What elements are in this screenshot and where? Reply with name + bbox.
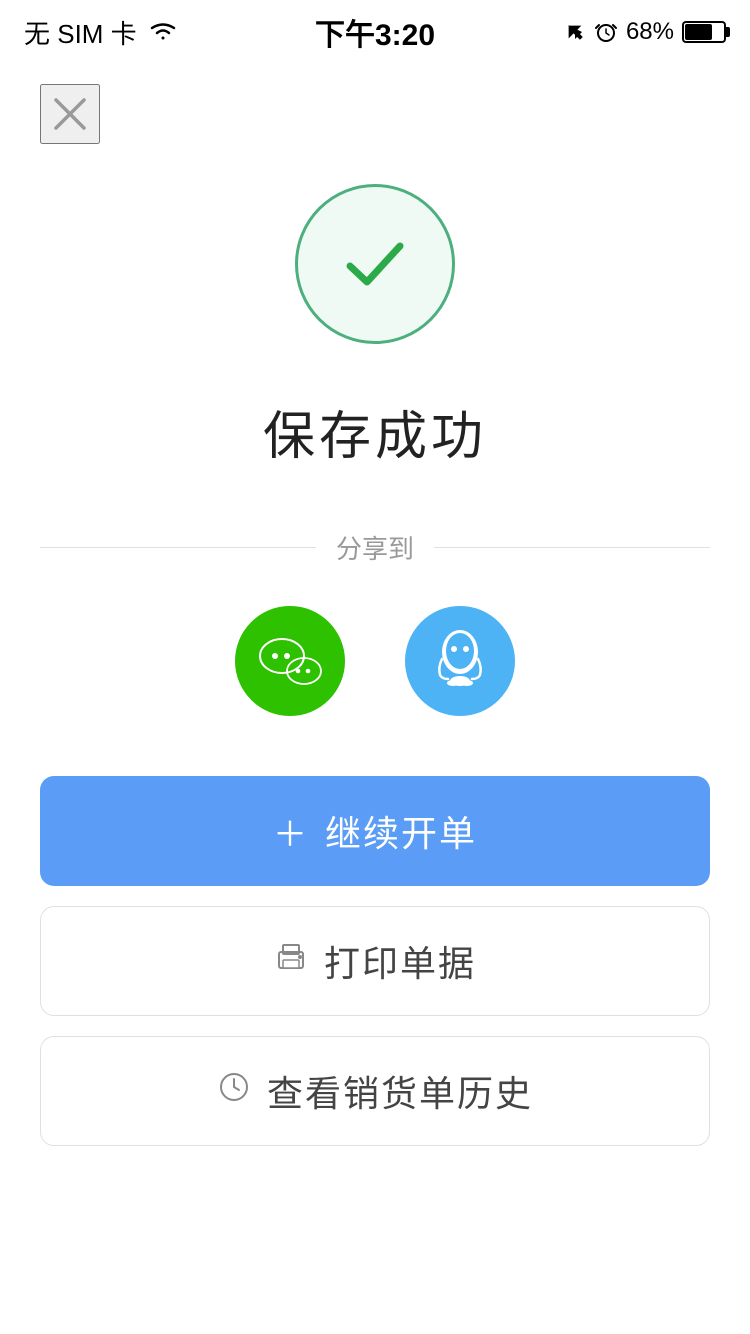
print-button[interactable]: 打印单据 (40, 906, 710, 1016)
close-icon (50, 94, 90, 134)
wechat-share-button[interactable] (235, 606, 345, 716)
status-bar: 无 SIM 卡 下午3:20 68% (0, 0, 750, 64)
qq-icon (430, 627, 490, 695)
battery-icon (682, 21, 726, 43)
main-content: 保存成功 分享到 (0, 64, 750, 1186)
divider-left (40, 547, 316, 548)
action-buttons: ＋ 继续开单 打印单据 查看销货单历史 (40, 776, 710, 1146)
continue-button[interactable]: ＋ 继续开单 (40, 776, 710, 886)
print-label: 打印单据 (324, 935, 476, 987)
history-button[interactable]: 查看销货单历史 (40, 1036, 710, 1146)
plus-icon: ＋ (273, 807, 309, 856)
location-icon (564, 21, 586, 43)
history-icon (217, 1070, 251, 1113)
divider-row: 分享到 (40, 529, 710, 566)
share-icons-row (235, 606, 515, 716)
battery-percentage: 68% (626, 18, 674, 46)
close-button[interactable] (40, 84, 100, 144)
divider-right (434, 547, 710, 548)
continue-label: 继续开单 (325, 805, 477, 857)
wechat-icon (258, 634, 323, 689)
share-label: 分享到 (336, 529, 414, 566)
print-icon (274, 940, 308, 983)
sim-status: 无 SIM 卡 (24, 14, 137, 51)
alarm-icon (594, 20, 618, 44)
success-title: 保存成功 (263, 394, 487, 469)
qq-share-button[interactable] (405, 606, 515, 716)
success-circle (295, 184, 455, 344)
status-time: 下午3:20 (315, 10, 435, 54)
share-section: 分享到 (40, 529, 710, 716)
status-right: 68% (564, 18, 726, 46)
checkmark-icon (335, 224, 415, 304)
history-label: 查看销货单历史 (267, 1065, 533, 1117)
status-left: 无 SIM 卡 (24, 14, 179, 51)
wifi-icon (147, 20, 179, 44)
